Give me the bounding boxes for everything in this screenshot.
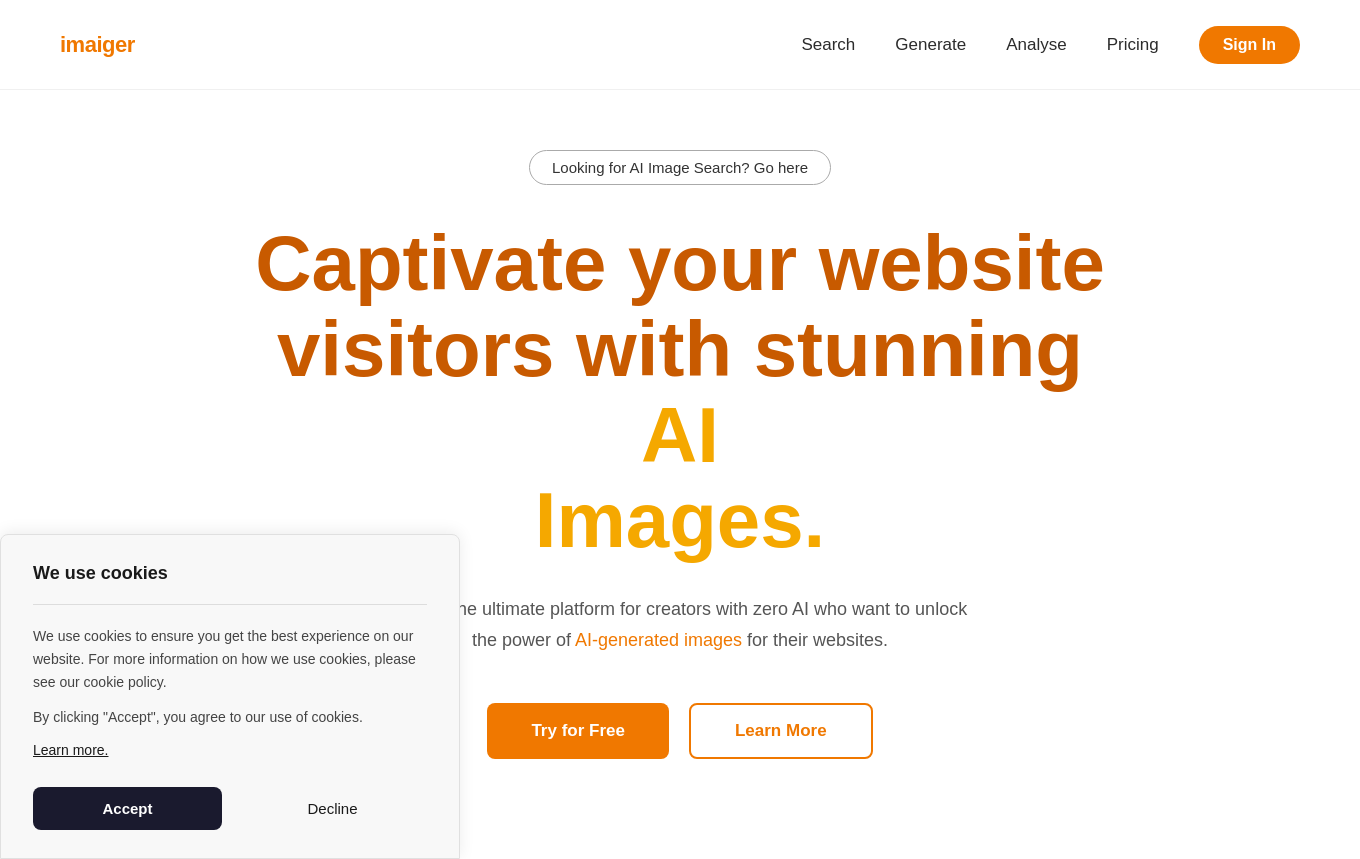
hero-title-line3: Images.	[535, 476, 825, 564]
main-header: imaiger Search Generate Analyse Pricing …	[0, 0, 1360, 90]
hero-title: Captivate your website visitors with stu…	[230, 221, 1130, 564]
nav-search[interactable]: Search	[801, 35, 855, 55]
cookie-accept-button[interactable]: Accept	[33, 787, 222, 830]
sign-in-button[interactable]: Sign In	[1199, 26, 1300, 64]
cookie-decline-button[interactable]: Decline	[238, 800, 427, 817]
hero-cta-group: Try for Free Learn More	[487, 703, 872, 759]
main-nav: Search Generate Analyse Pricing Sign In	[801, 26, 1300, 64]
hero-title-line1: Captivate your website	[255, 219, 1105, 307]
cookie-banner: We use cookies We use cookies to ensure …	[0, 534, 460, 859]
hero-subtitle-text: naiger, the ultimate platform for creato…	[393, 599, 967, 650]
cookie-actions: Accept Decline	[33, 787, 427, 830]
cookie-learn-more-link[interactable]: Learn more.	[33, 742, 108, 758]
hero-subtitle: naiger, the ultimate platform for creato…	[380, 594, 980, 655]
try-for-free-button[interactable]: Try for Free	[487, 703, 669, 759]
cookie-title: We use cookies	[33, 563, 427, 584]
nav-generate[interactable]: Generate	[895, 35, 966, 55]
cookie-divider	[33, 604, 427, 605]
hero-title-ai: AI	[641, 391, 719, 479]
hero-badge[interactable]: Looking for AI Image Search? Go here	[529, 150, 831, 185]
cookie-body-text: We use cookies to ensure you get the bes…	[33, 625, 427, 694]
cookie-overlay: We use cookies We use cookies to ensure …	[0, 534, 460, 859]
nav-analyse[interactable]: Analyse	[1006, 35, 1066, 55]
logo[interactable]: imaiger	[60, 32, 135, 58]
cookie-accept-text: By clicking "Accept", you agree to our u…	[33, 706, 427, 729]
hero-title-line2-start: visitors with stunning	[277, 305, 1083, 393]
learn-more-button[interactable]: Learn More	[689, 703, 873, 759]
nav-pricing[interactable]: Pricing	[1107, 35, 1159, 55]
